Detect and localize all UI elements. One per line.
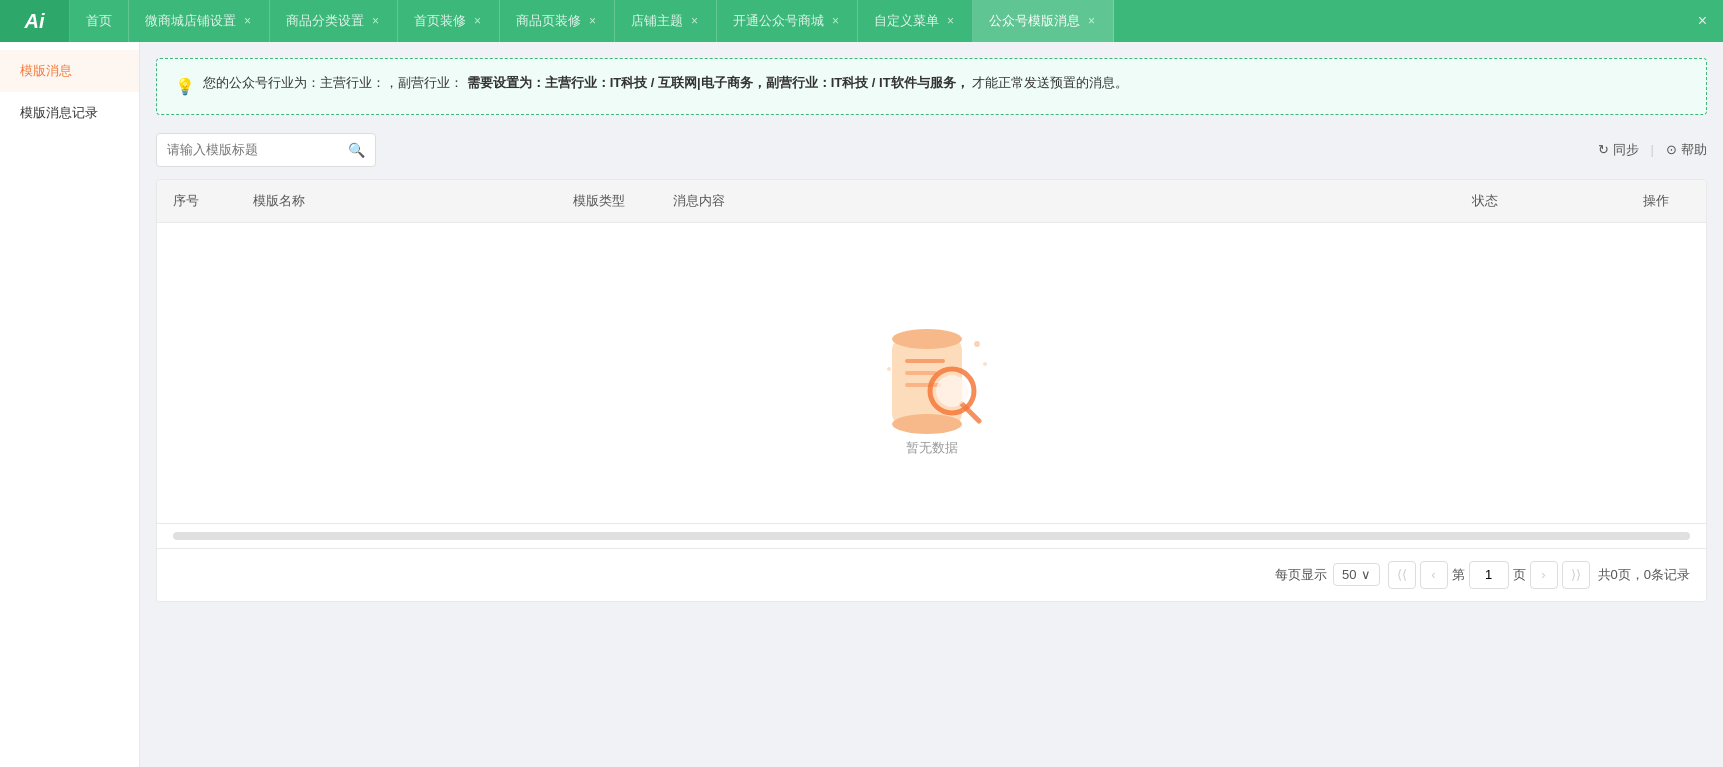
page-label-after: 页 xyxy=(1513,566,1526,584)
tab-custom-menu-close[interactable]: × xyxy=(945,14,956,28)
tab-home-decor-label: 首页装修 xyxy=(414,12,466,30)
help-icon: ⊙ xyxy=(1666,142,1677,157)
svg-point-11 xyxy=(983,362,987,366)
page-controls: ⟨⟨ ‹ 第 页 › ⟩⟩ xyxy=(1388,561,1590,589)
svg-point-12 xyxy=(887,367,891,371)
per-page-label: 每页显示 xyxy=(1275,566,1327,584)
notice-text: 您的公众号行业为：主营行业：，副营行业： 需要设置为：主营行业：IT科技 / 互… xyxy=(203,73,1128,94)
empty-text: 暂无数据 xyxy=(906,439,958,457)
tab-home-label: 首页 xyxy=(86,12,112,30)
search-input[interactable] xyxy=(167,142,348,157)
page-last-button[interactable]: ⟩⟩ xyxy=(1562,561,1590,589)
tab-template-message[interactable]: 公众号模版消息 × xyxy=(973,0,1114,42)
toolbar: 🔍 ↻ 同步 | ⊙ 帮助 xyxy=(156,133,1707,167)
tab-open-wechat-shop[interactable]: 开通公众号商城 × xyxy=(717,0,858,42)
scroll-track[interactable] xyxy=(173,532,1690,540)
page-label-before: 第 xyxy=(1452,566,1465,584)
tab-open-wechat-shop-close[interactable]: × xyxy=(830,14,841,28)
th-type: 模版类型 xyxy=(557,180,657,222)
page-next-button[interactable]: › xyxy=(1530,561,1558,589)
table-header: 序号 模版名称 模版类型 消息内容 状态 操作 xyxy=(157,180,1706,223)
tab-product-page-decor[interactable]: 商品页装修 × xyxy=(500,0,615,42)
svg-point-9 xyxy=(936,375,968,407)
per-page-value: 50 xyxy=(1342,567,1356,582)
tab-product-category-label: 商品分类设置 xyxy=(286,12,364,30)
th-status: 状态 xyxy=(1456,180,1606,222)
chevron-down-icon: ∨ xyxy=(1361,567,1371,582)
sync-icon: ↻ xyxy=(1598,142,1609,157)
svg-rect-4 xyxy=(905,359,945,363)
help-label: 帮助 xyxy=(1681,141,1707,159)
sidebar-item-template-message-record-label: 模版消息记录 xyxy=(20,105,98,120)
tab-home-decor[interactable]: 首页装修 × xyxy=(398,0,500,42)
sidebar-item-template-message-record[interactable]: 模版消息记录 xyxy=(0,92,139,134)
empty-state: 暂无数据 xyxy=(157,223,1706,523)
page-number-input[interactable] xyxy=(1469,561,1509,589)
notice-text-before: 您的公众号行业为：主营行业：，副营行业： xyxy=(203,75,463,90)
global-close-button[interactable]: × xyxy=(1682,12,1723,30)
search-icon[interactable]: 🔍 xyxy=(348,142,365,158)
notice-box: 💡 您的公众号行业为：主营行业：，副营行业： 需要设置为：主营行业：IT科技 /… xyxy=(156,58,1707,115)
tab-product-category-close[interactable]: × xyxy=(370,14,381,28)
tab-micro-shop-close[interactable]: × xyxy=(242,14,253,28)
per-page-select: 每页显示 50 ∨ xyxy=(1275,563,1379,586)
notice-highlight: 需要设置为：主营行业：IT科技 / 互联网|电子商务，副营行业：IT科技 / I… xyxy=(467,75,969,90)
search-box[interactable]: 🔍 xyxy=(156,133,376,167)
tab-home-decor-close[interactable]: × xyxy=(472,14,483,28)
svg-point-3 xyxy=(892,414,962,434)
th-name: 模版名称 xyxy=(237,180,557,222)
page-first-button[interactable]: ⟨⟨ xyxy=(1388,561,1416,589)
svg-rect-5 xyxy=(905,371,937,375)
data-table: 序号 模版名称 模版类型 消息内容 状态 操作 xyxy=(156,179,1707,602)
th-action: 操作 xyxy=(1606,180,1706,222)
main-layout: 模版消息 模版消息记录 💡 您的公众号行业为：主营行业：，副营行业： 需要设置为… xyxy=(0,42,1723,767)
sidebar-item-template-message-label: 模版消息 xyxy=(20,63,72,78)
tab-template-message-close[interactable]: × xyxy=(1086,14,1097,28)
svg-point-2 xyxy=(892,329,962,349)
sync-button[interactable]: ↻ 同步 xyxy=(1598,141,1639,159)
toolbar-right: ↻ 同步 | ⊙ 帮助 xyxy=(1598,141,1707,159)
tab-open-wechat-shop-label: 开通公众号商城 xyxy=(733,12,824,30)
svg-point-10 xyxy=(974,341,980,347)
notice-icon: 💡 xyxy=(175,74,195,100)
tab-shop-theme-close[interactable]: × xyxy=(689,14,700,28)
sync-label: 同步 xyxy=(1613,141,1639,159)
notice-text-after: 才能正常发送预置的消息。 xyxy=(972,75,1128,90)
tab-custom-menu[interactable]: 自定义菜单 × xyxy=(858,0,973,42)
tab-micro-shop[interactable]: 微商城店铺设置 × xyxy=(129,0,270,42)
svg-rect-6 xyxy=(905,383,941,387)
app-logo: Ai xyxy=(0,0,70,42)
sidebar: 模版消息 模版消息记录 xyxy=(0,42,140,767)
tab-product-category[interactable]: 商品分类设置 × xyxy=(270,0,398,42)
th-seq: 序号 xyxy=(157,180,237,222)
toolbar-divider: | xyxy=(1651,142,1654,157)
per-page-dropdown[interactable]: 50 ∨ xyxy=(1333,563,1379,586)
help-button[interactable]: ⊙ 帮助 xyxy=(1666,141,1707,159)
tab-product-page-decor-label: 商品页装修 xyxy=(516,12,581,30)
tab-shop-theme-label: 店铺主题 xyxy=(631,12,683,30)
th-content: 消息内容 xyxy=(657,180,1456,222)
pagination: 每页显示 50 ∨ ⟨⟨ ‹ 第 页 › ⟩⟩ 共0页，0条记录 xyxy=(157,548,1706,601)
tab-micro-shop-label: 微商城店铺设置 xyxy=(145,12,236,30)
page-summary: 共0页，0条记录 xyxy=(1598,566,1690,584)
empty-illustration xyxy=(867,309,997,439)
tab-shop-theme[interactable]: 店铺主题 × xyxy=(615,0,717,42)
tab-bar: Ai 首页 微商城店铺设置 × 商品分类设置 × 首页装修 × 商品页装修 × … xyxy=(0,0,1723,42)
scrollbar-area xyxy=(157,523,1706,548)
tab-product-page-decor-close[interactable]: × xyxy=(587,14,598,28)
sidebar-item-template-message[interactable]: 模版消息 xyxy=(0,50,139,92)
page-prev-button[interactable]: ‹ xyxy=(1420,561,1448,589)
tab-home[interactable]: 首页 xyxy=(70,0,129,42)
tab-custom-menu-label: 自定义菜单 xyxy=(874,12,939,30)
tab-template-message-label: 公众号模版消息 xyxy=(989,12,1080,30)
content-area: 💡 您的公众号行业为：主营行业：，副营行业： 需要设置为：主营行业：IT科技 /… xyxy=(140,42,1723,767)
